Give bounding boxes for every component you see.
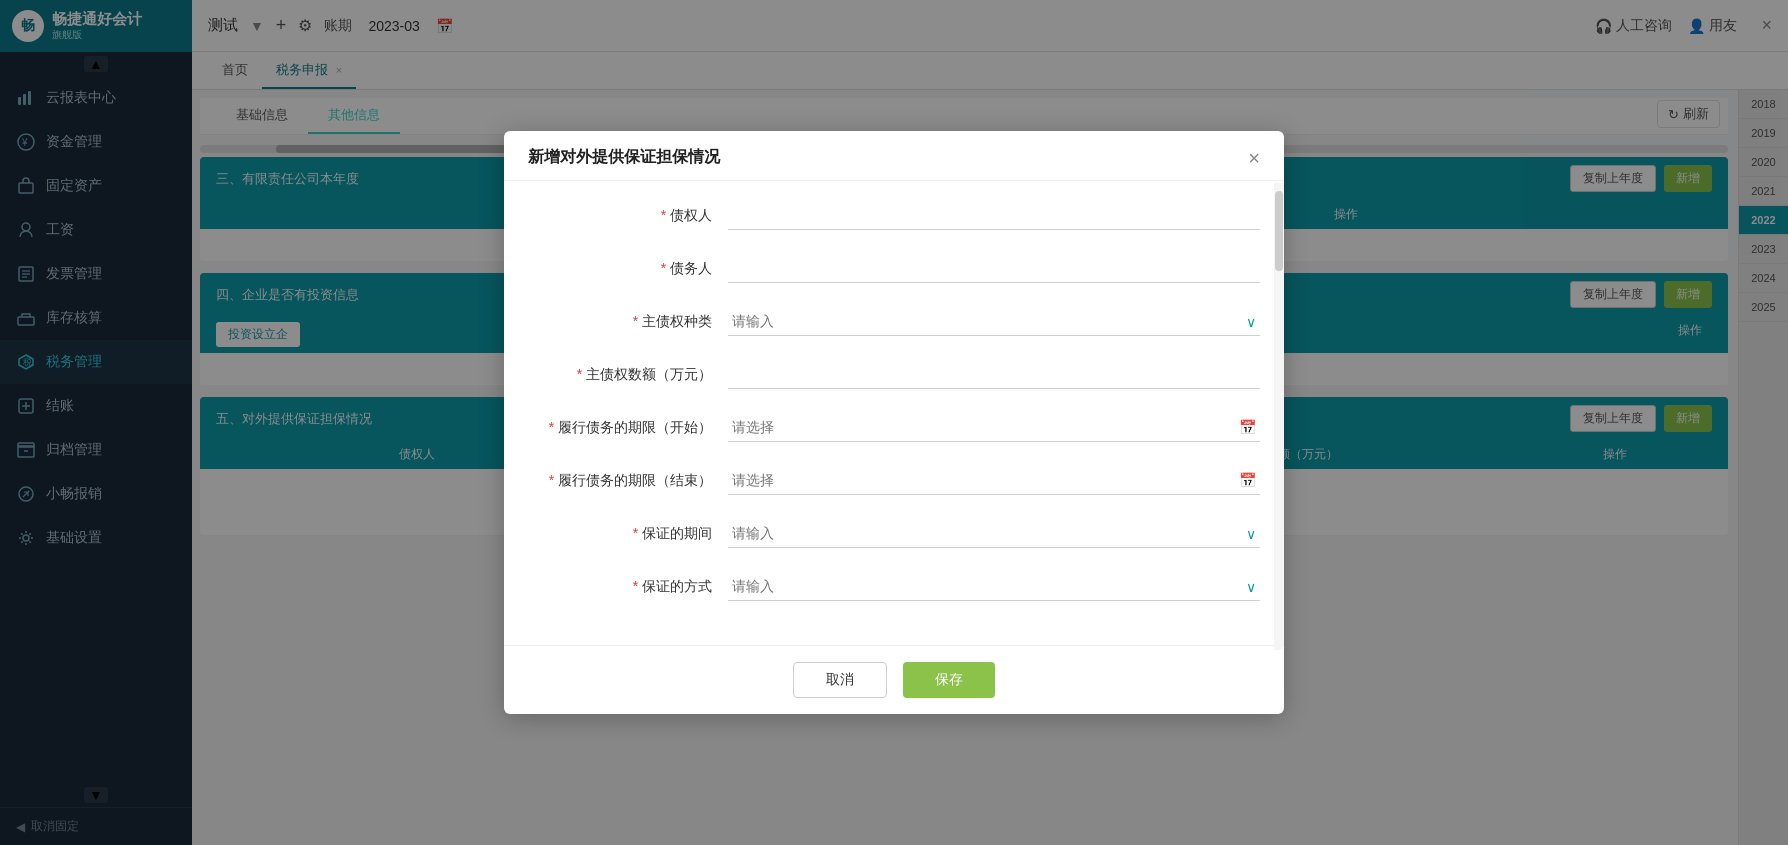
modal-scrollbar-thumb[interactable] bbox=[1275, 191, 1283, 271]
guarantee-method-input[interactable] bbox=[728, 572, 1260, 601]
guarantee-method-label: * 保证的方式 bbox=[528, 578, 728, 596]
form-field-debt-amount: * 主债权数额（万元） bbox=[528, 360, 1260, 389]
form-field-guarantee-period: * 保证的期间 ∨ bbox=[528, 519, 1260, 548]
form-field-period-start: * 履行债务的期限（开始） 📅 bbox=[528, 413, 1260, 442]
form-field-guarantee-method: * 保证的方式 ∨ bbox=[528, 572, 1260, 601]
modal: 新增对外提供保证担保情况 × * 债权人 * 债务人 bbox=[504, 131, 1284, 714]
modal-footer: 取消 保存 bbox=[504, 645, 1284, 714]
period-start-label: * 履行债务的期限（开始） bbox=[528, 419, 728, 437]
period-end-date-wrap: 📅 bbox=[728, 466, 1260, 495]
period-start-date-wrap: 📅 bbox=[728, 413, 1260, 442]
guarantee-method-select-wrap: ∨ bbox=[728, 572, 1260, 601]
guarantee-period-select-wrap: ∨ bbox=[728, 519, 1260, 548]
debt-amount-label: * 主债权数额（万元） bbox=[528, 366, 728, 384]
calendar-start-icon[interactable]: 📅 bbox=[1235, 419, 1260, 435]
debt-type-input[interactable] bbox=[728, 307, 1260, 336]
debt-amount-input[interactable] bbox=[728, 360, 1260, 389]
modal-header: 新增对外提供保证担保情况 × bbox=[504, 131, 1284, 181]
creditor-label: * 债权人 bbox=[528, 207, 728, 225]
debt-type-label: * 主债权种类 bbox=[528, 313, 728, 331]
debtor-label: * 债务人 bbox=[528, 260, 728, 278]
form-field-debt-type: * 主债权种类 ∨ bbox=[528, 307, 1260, 336]
modal-body: * 债权人 * 债务人 * 主债权种类 bbox=[504, 181, 1284, 645]
period-start-input[interactable] bbox=[728, 413, 1235, 441]
form-field-period-end: * 履行债务的期限（结束） 📅 bbox=[528, 466, 1260, 495]
guarantee-period-label: * 保证的期间 bbox=[528, 525, 728, 543]
modal-overlay: 新增对外提供保证担保情况 × * 债权人 * 债务人 bbox=[0, 0, 1788, 845]
cancel-btn[interactable]: 取消 bbox=[793, 662, 887, 698]
modal-scrollbar-track bbox=[1274, 183, 1284, 650]
calendar-end-icon[interactable]: 📅 bbox=[1235, 472, 1260, 488]
debtor-input[interactable] bbox=[728, 254, 1260, 283]
modal-title: 新增对外提供保证担保情况 bbox=[528, 147, 720, 168]
guarantee-period-input[interactable] bbox=[728, 519, 1260, 548]
period-end-label: * 履行债务的期限（结束） bbox=[528, 472, 728, 490]
creditor-input[interactable] bbox=[728, 201, 1260, 230]
period-end-input[interactable] bbox=[728, 466, 1235, 494]
save-btn[interactable]: 保存 bbox=[903, 662, 995, 698]
form-field-debtor: * 债务人 bbox=[528, 254, 1260, 283]
debt-type-select-wrap: ∨ bbox=[728, 307, 1260, 336]
form-field-creditor: * 债权人 bbox=[528, 201, 1260, 230]
modal-close-btn[interactable]: × bbox=[1248, 148, 1260, 168]
